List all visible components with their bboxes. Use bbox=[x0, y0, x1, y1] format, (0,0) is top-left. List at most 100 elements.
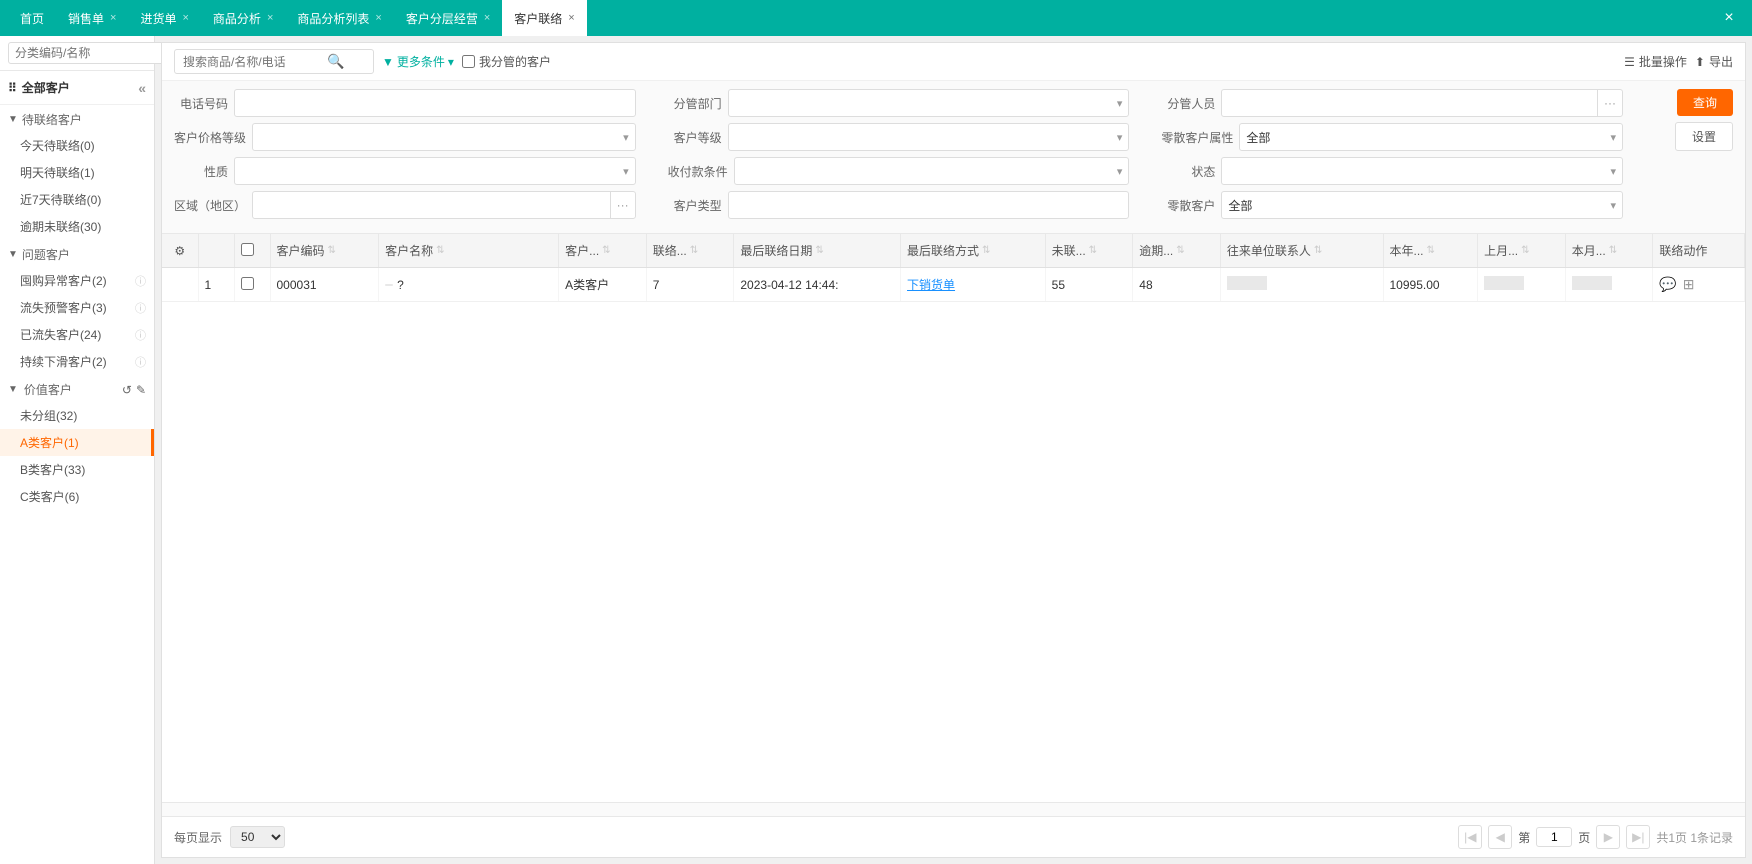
sidebar-item-churned[interactable]: 已流失客户(24) ⓘ bbox=[0, 321, 154, 348]
row-last-month-cell bbox=[1478, 268, 1566, 302]
sidebar-item-7days[interactable]: 近7天待联络(0) bbox=[0, 186, 154, 213]
next-page-button[interactable]: ▶ bbox=[1596, 825, 1620, 849]
row-action-buttons: 💬 ⊞ bbox=[1659, 276, 1738, 293]
table-col-type[interactable]: 客户... ⇅ bbox=[559, 234, 647, 268]
table-col-overdue[interactable]: 逾期... ⇅ bbox=[1133, 234, 1221, 268]
filter-search-icon[interactable]: 🔍 bbox=[327, 53, 344, 70]
table-container[interactable]: ⚙ 客户编码 ⇅ 客户名称 bbox=[162, 234, 1745, 802]
row-checkbox-cell[interactable] bbox=[234, 268, 270, 302]
sidebar-all-customers[interactable]: ⠿ 全部客户 « bbox=[0, 71, 154, 105]
table-col-code[interactable]: 客户编码 ⇅ bbox=[270, 234, 379, 268]
table-col-this-year[interactable]: 本年... ⇅ bbox=[1383, 234, 1478, 268]
nature-select[interactable]: ▾ bbox=[234, 157, 636, 185]
sidebar-item-class-b[interactable]: B类客户(33) bbox=[0, 456, 154, 483]
row-type-cell: A类客户 bbox=[559, 268, 647, 302]
nav-tab-label-3: 商品分析列表 bbox=[297, 10, 369, 27]
manager-dots-button[interactable]: ··· bbox=[1597, 89, 1623, 117]
sidebar-item-overdue[interactable]: 逾期未联络(30) bbox=[0, 213, 154, 240]
payment-select[interactable]: ▾ bbox=[734, 157, 1130, 185]
col-last-date-label: 最后联络日期 bbox=[740, 242, 812, 259]
nav-tab-5[interactable]: 客户联络 × bbox=[502, 0, 586, 36]
settings-button[interactable]: 设置 bbox=[1675, 122, 1733, 151]
table-col-prev-contact[interactable]: 往来单位联系人 ⇅ bbox=[1220, 234, 1383, 268]
row-last-method-cell[interactable]: 下销货单 bbox=[901, 268, 1046, 302]
col-code-label: 客户编码 bbox=[277, 242, 325, 259]
table-col-this-month[interactable]: 本月... ⇅ bbox=[1565, 234, 1653, 268]
sidebar-section-problem[interactable]: ▼ 问题客户 bbox=[0, 240, 154, 267]
nav-tab-1[interactable]: 进货单 × bbox=[128, 0, 200, 36]
edit-icon[interactable]: ✎ bbox=[136, 383, 146, 397]
table-col-no-contact[interactable]: 未联... ⇅ bbox=[1045, 234, 1133, 268]
grid-icon: ⠿ bbox=[8, 81, 17, 95]
sidebar-item-class-a[interactable]: A类客户(1) bbox=[0, 429, 154, 456]
row-checkbox[interactable] bbox=[241, 277, 254, 290]
region-dots-button[interactable]: ··· bbox=[610, 191, 636, 219]
customer-grade-select[interactable]: ▾ bbox=[728, 123, 1130, 151]
sidebar-search-input[interactable] bbox=[8, 42, 177, 64]
table-col-settings[interactable]: ⚙ bbox=[162, 234, 198, 268]
sidebar-item-declining[interactable]: 持续下滑客户(2) ⓘ bbox=[0, 348, 154, 375]
sidebar-item-label: 囤购异常客户(2) bbox=[20, 272, 131, 289]
table-col-contact[interactable]: 联络... ⇅ bbox=[646, 234, 734, 268]
filter-price-grade: 客户价格等级 ▾ bbox=[174, 123, 636, 151]
horizontal-scrollbar[interactable] bbox=[162, 802, 1745, 816]
nav-tab-close-1[interactable]: × bbox=[182, 12, 188, 24]
nav-tab-close-3[interactable]: × bbox=[375, 12, 381, 24]
manager-input[interactable] bbox=[1221, 89, 1598, 117]
table-col-last-date[interactable]: 最后联络日期 ⇅ bbox=[734, 234, 901, 268]
sidebar-item-today[interactable]: 今天待联络(0) bbox=[0, 132, 154, 159]
nav-tab-close-2[interactable]: × bbox=[267, 12, 273, 24]
row-prev-contact-cell bbox=[1220, 268, 1383, 302]
select-all-checkbox[interactable] bbox=[241, 243, 254, 256]
nav-tab-close-4[interactable]: × bbox=[484, 12, 490, 24]
prev-page-button[interactable]: ◀ bbox=[1488, 825, 1512, 849]
nav-tab-0[interactable]: 销售单 × bbox=[56, 0, 128, 36]
retail-customer-select[interactable]: 全部 ▾ bbox=[1221, 191, 1623, 219]
nav-tab-close-0[interactable]: × bbox=[110, 12, 116, 24]
my-customers-checkbox[interactable]: 我分管的客户 bbox=[462, 53, 551, 70]
sidebar-item-label: 近7天待联络(0) bbox=[20, 191, 146, 208]
message-icon[interactable]: 💬 bbox=[1659, 276, 1676, 293]
page-number-input[interactable] bbox=[1536, 827, 1572, 847]
page-size-select[interactable]: 50 100 bbox=[230, 826, 285, 848]
page-end-label: 页 bbox=[1578, 829, 1590, 846]
batch-ops-button[interactable]: ☰ 批量操作 bbox=[1624, 53, 1687, 70]
sidebar-item-ungroup[interactable]: 未分组(32) bbox=[0, 402, 154, 429]
sidebar-item-abnormal[interactable]: 囤购异常客户(2) ⓘ bbox=[0, 267, 154, 294]
nav-tab-3[interactable]: 商品分析列表 × bbox=[285, 0, 393, 36]
nav-tab-4[interactable]: 客户分层经营 × bbox=[394, 0, 502, 36]
sort-icon: ⇅ bbox=[1176, 245, 1184, 256]
region-input[interactable] bbox=[252, 191, 611, 219]
refresh-icon[interactable]: ↺ bbox=[122, 383, 132, 397]
qr-icon[interactable]: ⊞ bbox=[1683, 276, 1695, 293]
name-badge-text: ? bbox=[397, 278, 404, 292]
first-page-button[interactable]: |◀ bbox=[1458, 825, 1482, 849]
sidebar-collapse-icon[interactable]: « bbox=[138, 80, 146, 96]
phone-input[interactable] bbox=[234, 89, 636, 117]
sidebar-section-pending[interactable]: ▼ 待联络客户 bbox=[0, 105, 154, 132]
export-button[interactable]: ⬆ 导出 bbox=[1695, 53, 1733, 70]
table-col-checkbox[interactable] bbox=[234, 234, 270, 268]
sidebar-item-class-c[interactable]: C类客户(6) bbox=[0, 483, 154, 510]
table-col-name[interactable]: 客户名称 ⇅ bbox=[379, 234, 559, 268]
table-col-last-method[interactable]: 最后联络方式 ⇅ bbox=[901, 234, 1046, 268]
filter-search-input[interactable] bbox=[183, 55, 323, 69]
col-name-label: 客户名称 bbox=[385, 242, 433, 259]
status-select[interactable]: ▾ bbox=[1221, 157, 1623, 185]
window-close-button[interactable]: × bbox=[1714, 0, 1744, 36]
row-last-method[interactable]: 下销货单 bbox=[907, 278, 955, 292]
dept-select[interactable]: ▾ bbox=[728, 89, 1130, 117]
nav-tab-2[interactable]: 商品分析 × bbox=[201, 0, 285, 36]
sidebar-item-churn-warning[interactable]: 流失预警客户(3) ⓘ bbox=[0, 294, 154, 321]
retail-attr-select[interactable]: 全部 ▾ bbox=[1239, 123, 1623, 151]
more-conditions-button[interactable]: ▼ 更多条件 ▾ bbox=[382, 53, 454, 70]
nav-home[interactable]: 首页 bbox=[8, 0, 56, 36]
query-button[interactable]: 查询 bbox=[1677, 89, 1733, 116]
price-grade-select[interactable]: ▾ bbox=[252, 123, 636, 151]
my-customers-check[interactable] bbox=[462, 55, 475, 68]
last-page-button[interactable]: ▶| bbox=[1626, 825, 1650, 849]
customer-type-input[interactable] bbox=[728, 191, 1130, 219]
sidebar-item-tomorrow[interactable]: 明天待联络(1) bbox=[0, 159, 154, 186]
table-col-last-month[interactable]: 上月... ⇅ bbox=[1478, 234, 1566, 268]
nav-tab-close-5[interactable]: × bbox=[568, 12, 574, 24]
